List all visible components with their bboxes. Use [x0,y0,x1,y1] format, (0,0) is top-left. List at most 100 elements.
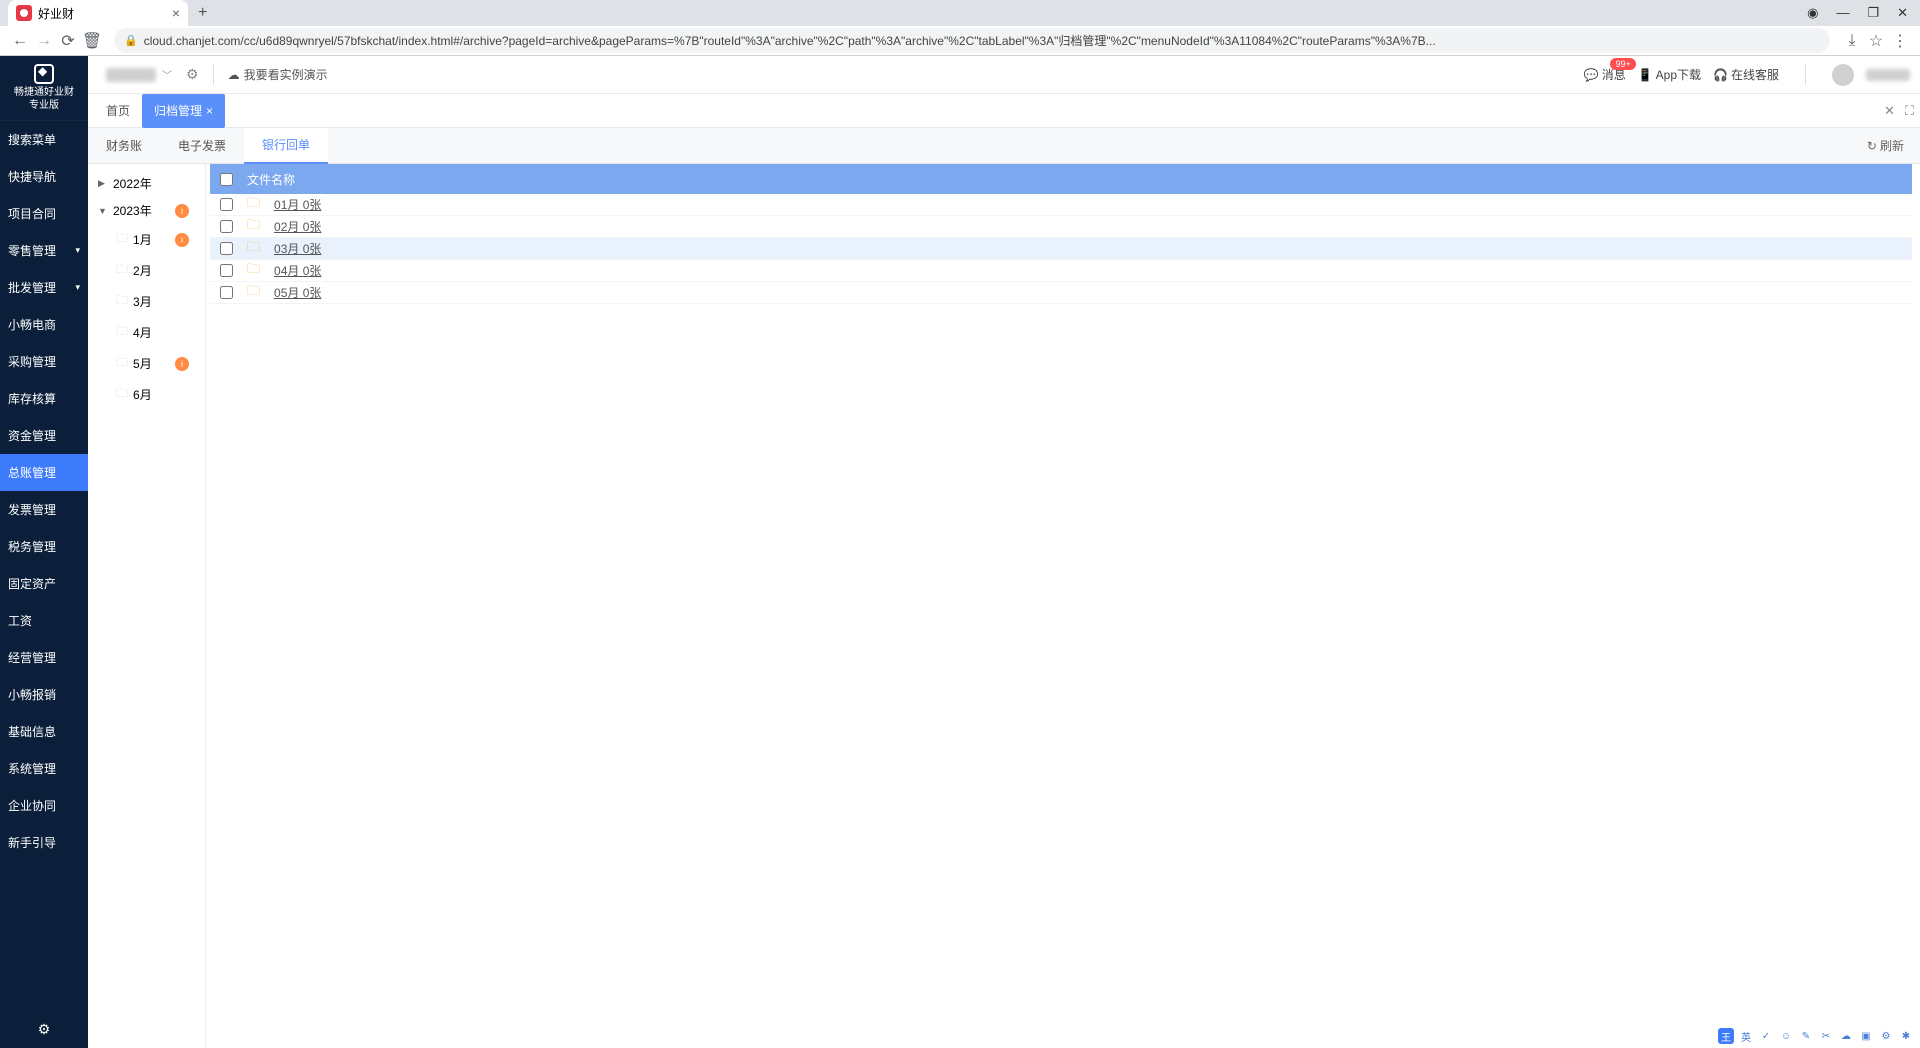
folder-icon: 🗀 [116,384,128,405]
file-row[interactable]: 🗀02月 0张 [210,216,1912,238]
sidebar-item[interactable]: 企业协同 [0,787,88,824]
tree-month[interactable]: 🗀1月i [88,224,205,255]
file-name[interactable]: 03月 0张 [274,240,321,257]
tray-icon[interactable]: ✱ [1898,1028,1914,1044]
subtab-finance[interactable]: 财务账 [88,128,160,164]
sidebar-item[interactable]: 固定资产 [0,565,88,602]
sidebar-item[interactable]: 税务管理 [0,528,88,565]
tray-icon[interactable]: ⚙ [1878,1028,1894,1044]
messages-button[interactable]: 💬 消息 99+ [1584,66,1626,83]
tree-month[interactable]: 🗀3月 [88,286,205,317]
online-service[interactable]: 🎧 在线客服 [1713,66,1779,83]
subtab-bankreceipt[interactable]: 银行回单 [244,128,328,164]
tab-home[interactable]: 首页 [94,94,142,128]
row-checkbox[interactable] [220,198,233,211]
url-bar[interactable]: 🔒 cloud.chanjet.com/cc/u6d89qwnryel/57bf… [114,28,1830,53]
tree-month[interactable]: 🗀5月i [88,348,205,379]
fullscreen-icon[interactable]: ⛶ [1905,103,1914,119]
sidebar-item[interactable]: 采购管理 [0,343,88,380]
tree-year-2022[interactable]: ▶ 2022年 [88,170,205,197]
sidebar-item-label: 发票管理 [8,501,56,518]
file-name[interactable]: 01月 0张 [274,196,321,213]
org-settings-icon[interactable]: ⚙ [186,66,199,83]
tray-icon[interactable]: ✂ [1818,1028,1834,1044]
row-checkbox[interactable] [220,286,233,299]
chat-icon: 💬 [1584,68,1599,82]
subtab-einvoice[interactable]: 电子发票 [160,128,244,164]
tab-close-icon[interactable]: × [172,5,180,21]
sidebar-item[interactable]: 库存核算 [0,380,88,417]
file-row[interactable]: 🗀03月 0张 [210,238,1912,260]
sidebar-item-label: 批发管理 [8,279,56,296]
file-name[interactable]: 02月 0张 [274,218,321,235]
sidebar-item[interactable]: 小畅报销 [0,676,88,713]
file-row[interactable]: 🗀05月 0张 [210,282,1912,304]
tree-month[interactable]: 🗀4月 [88,317,205,348]
month-label: 5月 [133,355,152,372]
sidebar-item[interactable]: 经营管理 [0,639,88,676]
tree-year-2023[interactable]: ▼ 2023年 i [88,197,205,224]
file-name[interactable]: 04月 0张 [274,262,321,279]
sidebar-item-label: 税务管理 [8,538,56,555]
sidebar-item-label: 采购管理 [8,353,56,370]
nav-back[interactable]: ← [8,32,32,50]
tray-icon[interactable]: ✎ [1798,1028,1814,1044]
file-row[interactable]: 🗀04月 0张 [210,260,1912,282]
divider [213,65,214,85]
row-checkbox[interactable] [220,264,233,277]
tray-icon[interactable]: ☺ [1778,1028,1794,1044]
sidebar-item[interactable]: 小畅电商 [0,306,88,343]
sidebar-item-label: 工资 [8,612,32,629]
msg-badge: 99+ [1610,58,1635,70]
tree-month[interactable]: 🗀2月 [88,255,205,286]
sidebar-item[interactable]: 工资 [0,602,88,639]
chrome-menu[interactable]: ⋮ [1888,31,1912,51]
sidebar-item-label: 基础信息 [8,723,56,740]
install-app-icon[interactable]: ⤓ [1840,32,1864,50]
demo-link[interactable]: ☁ 我要看实例演示 [228,66,328,83]
app-download[interactable]: 📱 App下载 [1638,66,1701,83]
sidebar-item-label: 新手引导 [8,834,56,851]
tab-close-icon[interactable]: × [206,104,213,118]
sidebar-item[interactable]: 新手引导 [0,824,88,861]
browser-tab[interactable]: 好业财 × [8,0,188,26]
file-name[interactable]: 05月 0张 [274,284,321,301]
window-minimize[interactable]: ― [1836,5,1849,21]
row-checkbox[interactable] [220,220,233,233]
window-maximize[interactable]: ❐ [1867,5,1879,21]
file-row[interactable]: 🗀01月 0张 [210,194,1912,216]
tree-month[interactable]: 🗀6月 [88,379,205,410]
star-icon[interactable]: ☆ [1864,31,1888,51]
refresh-button[interactable]: ↻ 刷新 [1867,137,1920,154]
tray-icon[interactable]: ▣ [1858,1028,1874,1044]
tab-archive[interactable]: 归档管理 × [142,94,225,128]
sidebar-item[interactable]: 资金管理 [0,417,88,454]
month-label: 1月 [133,231,152,248]
incognito-icon[interactable]: ◉ [1807,5,1818,21]
sidebar-item[interactable]: 搜索菜单 [0,121,88,158]
folder-icon: 🗀 [116,322,128,343]
avatar[interactable] [1832,64,1854,86]
sidebar-item[interactable]: 总账管理 [0,454,88,491]
sidebar-item[interactable]: 项目合同 [0,195,88,232]
sidebar-item[interactable]: 快捷导航 [0,158,88,195]
sidebar-item[interactable]: 系统管理 [0,750,88,787]
ime-indicator[interactable]: 王 [1718,1028,1734,1044]
sidebar-item[interactable]: 基础信息 [0,713,88,750]
org-selector[interactable]: ﹀ [98,65,180,84]
sidebar-item[interactable]: 零售管理▾ [0,232,88,269]
tray-icon[interactable]: ✓ [1758,1028,1774,1044]
ime-lang[interactable]: 英 [1738,1028,1754,1044]
row-checkbox[interactable] [220,242,233,255]
window-close[interactable]: ✕ [1897,5,1908,21]
new-tab-button[interactable]: + [198,4,207,22]
trash-icon[interactable]: 🗑 [80,31,104,51]
tray-icon[interactable]: ☁ [1838,1028,1854,1044]
nav-reload[interactable]: ⟳ [56,31,80,51]
sidebar-item[interactable]: 批发管理▾ [0,269,88,306]
close-all-tabs[interactable]: ✕ [1884,103,1895,119]
select-all-checkbox[interactable] [220,173,233,186]
sidebar-item-label: 资金管理 [8,427,56,444]
sidebar-item[interactable]: 发票管理 [0,491,88,528]
sidebar-settings[interactable]: ⚙ [0,1011,88,1048]
